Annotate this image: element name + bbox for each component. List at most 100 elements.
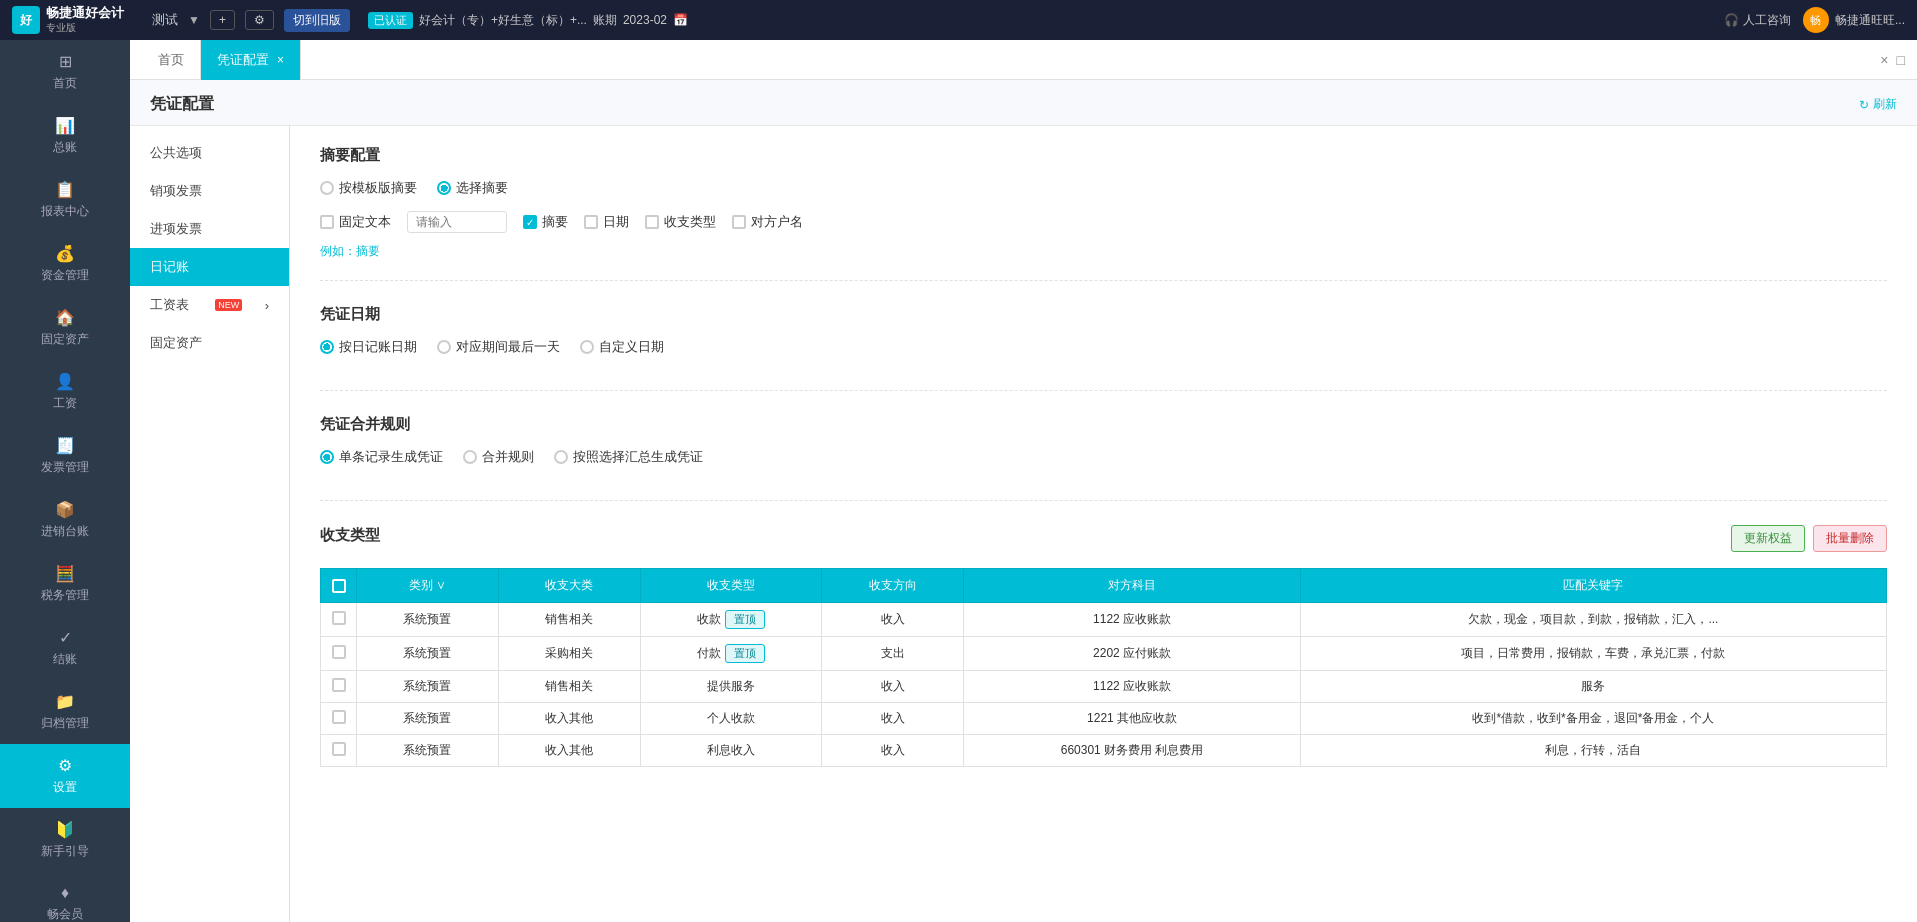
table-row: 系统预置收入其他个人收款收入1221 其他应收款收到*借款，收到*备用金，退回*… (321, 703, 1887, 735)
tab-close-icon[interactable]: × (277, 53, 284, 67)
sidebar-item-label: 固定资产 (41, 331, 89, 348)
checkbox-type[interactable]: 收支类型 (645, 213, 716, 231)
left-nav-public[interactable]: 公共选项 (130, 134, 289, 172)
left-nav-payroll[interactable]: 工资表 NEW › (130, 286, 289, 324)
date-radio-custom[interactable]: 自定义日期 (580, 338, 664, 356)
checkbox-date-label: 日期 (603, 213, 629, 231)
row-checkbox[interactable] (332, 678, 346, 692)
tab-home-label: 首页 (158, 51, 184, 69)
certified-badge: 已认证 (368, 12, 413, 29)
table-actions: 更新权益 批量删除 (1731, 525, 1887, 552)
table-row: 系统预置销售相关收款 置顶收入1122 应收账款欠款，现金，项目款，到款，报销款… (321, 603, 1887, 637)
row-direction: 支出 (822, 637, 964, 671)
row-direction: 收入 (822, 671, 964, 703)
top-bar-dropdown-icon[interactable]: ▼ (188, 13, 200, 27)
left-nav-journal-label: 日记账 (150, 258, 189, 276)
sidebar-item-payroll[interactable]: 👤 工资 (0, 360, 130, 424)
left-nav-journal[interactable]: 日记账 (130, 248, 289, 286)
sidebar-item-label: 结账 (53, 651, 77, 668)
left-nav: 公共选项 销项发票 进项发票 日记账 工资表 NEW › 固定资产 (130, 126, 290, 922)
row-checkbox-cell (321, 671, 357, 703)
table-header-checkbox[interactable] (332, 579, 346, 593)
left-nav-purchase-invoice[interactable]: 进项发票 (130, 210, 289, 248)
sidebar-item-tax[interactable]: 🧮 税务管理 (0, 552, 130, 616)
merge-radio-summary[interactable]: 按照选择汇总生成凭证 (554, 448, 703, 466)
top-tag-btn[interactable]: 置顶 (725, 610, 765, 629)
close-window-btn[interactable]: × (1880, 52, 1888, 68)
row-checkbox[interactable] (332, 645, 346, 659)
summary-radio-group: 按模板版摘要 选择摘要 (320, 179, 1887, 197)
summary-radio-template[interactable]: 按模板版摘要 (320, 179, 417, 197)
sidebar-item-archive[interactable]: 📁 归档管理 (0, 680, 130, 744)
merge-radio-single[interactable]: 单条记录生成凭证 (320, 448, 443, 466)
voucher-date-title: 凭证日期 (320, 305, 1887, 324)
row-account: 1122 应收账款 (964, 671, 1301, 703)
sidebar-item-settings[interactable]: ⚙ 设置 (0, 744, 130, 808)
th-keywords: 匹配关键字 (1300, 569, 1886, 603)
main-layout: ⊞ 首页 📊 总账 📋 报表中心 💰 资金管理 🏠 固定资产 👤 工资 🧾 发票… (0, 40, 1917, 922)
row-checkbox[interactable] (332, 611, 346, 625)
sidebar-item-funds[interactable]: 💰 资金管理 (0, 232, 130, 296)
summary-radio-select[interactable]: 选择摘要 (437, 179, 508, 197)
merge-rules-section: 凭证合并规则 单条记录生成凭证 合并规则 按照选择汇总生成凭证 (320, 415, 1887, 501)
top-tag-btn[interactable]: 置顶 (725, 644, 765, 663)
sidebar-item-member[interactable]: ♦ 畅会员 (0, 872, 130, 922)
sidebar-item-label: 工资 (53, 395, 77, 412)
page-title: 凭证配置 (150, 94, 214, 115)
radio-template-circle (320, 181, 334, 195)
checkbox-fixed-text[interactable]: 固定文本 (320, 213, 391, 231)
merge-radio-rules[interactable]: 合并规则 (463, 448, 534, 466)
row-checkbox-cell (321, 637, 357, 671)
checkbox-date[interactable]: 日期 (584, 213, 629, 231)
ledger-icon: 📊 (55, 116, 75, 135)
tab-home[interactable]: 首页 (142, 40, 201, 80)
th-account: 对方科目 (964, 569, 1301, 603)
voucher-date-radio-group: 按日记账日期 对应期间最后一天 自定义日期 (320, 338, 1887, 356)
row-checkbox[interactable] (332, 710, 346, 724)
switch-version-btn[interactable]: 切到旧版 (284, 9, 350, 32)
row-keywords: 利息，行转，活自 (1300, 735, 1886, 767)
left-nav-sales-invoice[interactable]: 销项发票 (130, 172, 289, 210)
sidebar-item-invoices[interactable]: 🧾 发票管理 (0, 424, 130, 488)
th-category: 类别 ∨ (357, 569, 499, 603)
sidebar-item-ledger[interactable]: 📊 总账 (0, 104, 130, 168)
sidebar-item-reports[interactable]: 📋 报表中心 (0, 168, 130, 232)
sidebar-item-label: 报表中心 (41, 203, 89, 220)
update-btn[interactable]: 更新权益 (1731, 525, 1805, 552)
sidebar-item-closing[interactable]: ✓ 结账 (0, 616, 130, 680)
row-checkbox-cell (321, 735, 357, 767)
tab-voucher-config[interactable]: 凭证配置 × (201, 40, 301, 80)
date-radio-journal[interactable]: 按日记账日期 (320, 338, 417, 356)
sidebar-item-home[interactable]: ⊞ 首页 (0, 40, 130, 104)
sidebar-item-guide[interactable]: 🔰 新手引导 (0, 808, 130, 872)
row-major: 收入其他 (498, 703, 640, 735)
maximize-window-btn[interactable]: □ (1897, 52, 1905, 68)
row-checkbox[interactable] (332, 742, 346, 756)
sidebar-item-assets[interactable]: 🏠 固定资产 (0, 296, 130, 360)
radio-single-circle (320, 450, 334, 464)
row-type: 付款 置顶 (640, 637, 822, 671)
sidebar-item-inventory[interactable]: 📦 进销台账 (0, 488, 130, 552)
checkbox-summary[interactable]: ✓ 摘要 (523, 213, 568, 231)
row-keywords: 服务 (1300, 671, 1886, 703)
checkbox-counterparty[interactable]: 对方户名 (732, 213, 803, 231)
left-nav-fixed-assets[interactable]: 固定资产 (130, 324, 289, 362)
batch-delete-btn[interactable]: 批量删除 (1813, 525, 1887, 552)
refresh-btn[interactable]: ↻ 刷新 (1859, 96, 1897, 113)
fixed-text-input[interactable] (407, 211, 507, 233)
sidebar-item-label: 进销台账 (41, 523, 89, 540)
refresh-label: 刷新 (1873, 96, 1897, 113)
top-bar-right: 🎧 人工咨询 畅 畅捷通旺旺... (1724, 7, 1905, 33)
refresh-icon: ↻ (1859, 98, 1869, 112)
left-nav-purchase-invoice-label: 进项发票 (150, 220, 202, 238)
config-panel: 摘要配置 按模板版摘要 选择摘要 (290, 126, 1917, 922)
checkbox-fixed-text-box (320, 215, 334, 229)
row-major: 销售相关 (498, 671, 640, 703)
period-label: 账期 (593, 12, 617, 29)
add-btn[interactable]: + (210, 10, 235, 30)
service-btn[interactable]: 🎧 人工咨询 (1724, 12, 1791, 29)
settings-btn[interactable]: ⚙ (245, 10, 274, 30)
date-radio-last[interactable]: 对应期间最后一天 (437, 338, 560, 356)
left-nav-public-label: 公共选项 (150, 144, 202, 162)
calendar-icon[interactable]: 📅 (673, 13, 688, 27)
